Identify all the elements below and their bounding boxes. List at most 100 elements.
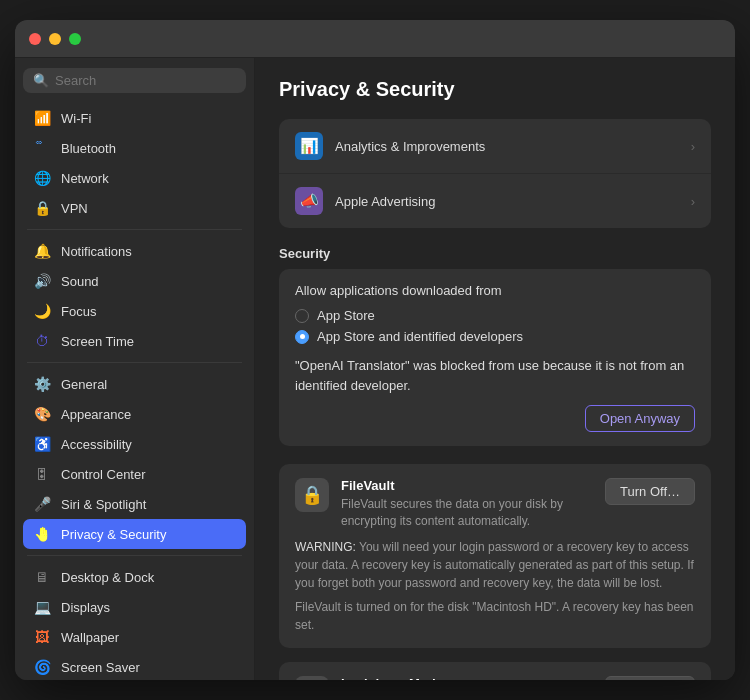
advertising-icon: 📣 <box>295 187 323 215</box>
sidebar-item-screen-time[interactable]: ⏱ Screen Time <box>23 326 246 356</box>
advertising-row[interactable]: 📣 Apple Advertising › <box>279 174 711 228</box>
sidebar-item-label: Bluetooth <box>61 141 116 156</box>
advertising-label: Apple Advertising <box>335 194 679 209</box>
network-icon: 🌐 <box>33 169 51 187</box>
lockdown-button-container: Turn On… <box>605 676 695 680</box>
sidebar-item-notifications[interactable]: 🔔 Notifications <box>23 236 246 266</box>
appearance-icon: 🎨 <box>33 405 51 423</box>
traffic-lights <box>29 33 81 45</box>
control-center-icon: 🎛 <box>33 465 51 483</box>
lockdown-info: Lockdown Mode Lockdown Mode is an extrem… <box>341 676 593 680</box>
filevault-warning: WARNING: You will need your login passwo… <box>295 538 695 592</box>
analytics-label: Analytics & Improvements <box>335 139 679 154</box>
sidebar-item-siri[interactable]: 🎤 Siri & Spotlight <box>23 489 246 519</box>
siri-icon: 🎤 <box>33 495 51 513</box>
minimize-button[interactable] <box>49 33 61 45</box>
displays-icon: 💻 <box>33 598 51 616</box>
filevault-info: FileVault FileVault secures the data on … <box>341 478 593 530</box>
sound-icon: 🔊 <box>33 272 51 290</box>
sidebar-item-general[interactable]: ⚙️ General <box>23 369 246 399</box>
sidebar-item-label: Screen Time <box>61 334 134 349</box>
sidebar-item-label: Siri & Spotlight <box>61 497 146 512</box>
sidebar-item-appearance[interactable]: 🎨 Appearance <box>23 399 246 429</box>
search-icon: 🔍 <box>33 73 49 88</box>
sidebar-divider-2 <box>27 362 242 363</box>
close-button[interactable] <box>29 33 41 45</box>
sidebar-item-vpn[interactable]: 🔒 VPN <box>23 193 246 223</box>
sidebar-item-focus[interactable]: 🌙 Focus <box>23 296 246 326</box>
search-input[interactable] <box>55 73 236 88</box>
wifi-icon: 📶 <box>33 109 51 127</box>
filevault-button-container: Turn Off… <box>605 478 695 505</box>
focus-icon: 🌙 <box>33 302 51 320</box>
settings-window: 🔍 📶 Wi-Fi ᪲ Bluetooth 🌐 Network 🔒 VPN <box>15 20 735 680</box>
sidebar-item-network[interactable]: 🌐 Network <box>23 163 246 193</box>
bluetooth-icon: ᪲ <box>33 139 51 157</box>
security-box: Allow applications downloaded from App S… <box>279 269 711 446</box>
sidebar-item-privacy[interactable]: 🤚 Privacy & Security <box>23 519 246 549</box>
analytics-icon: 📊 <box>295 132 323 160</box>
sidebar-item-label: Notifications <box>61 244 132 259</box>
sidebar-item-desktop[interactable]: 🖥 Desktop & Dock <box>23 562 246 592</box>
sidebar-item-label: Focus <box>61 304 96 319</box>
filevault-header: 🔒 FileVault FileVault secures the data o… <box>295 478 695 530</box>
panel-title: Privacy & Security <box>279 78 711 101</box>
sidebar-item-wifi[interactable]: 📶 Wi-Fi <box>23 103 246 133</box>
sidebar-item-label: Desktop & Dock <box>61 570 154 585</box>
screen-saver-icon: 🌀 <box>33 658 51 676</box>
security-warning-text: "OpenAI Translator" was blocked from use… <box>295 356 695 395</box>
sidebar-item-bluetooth[interactable]: ᪲ Bluetooth <box>23 133 246 163</box>
filevault-desc: FileVault secures the data on your disk … <box>341 496 593 530</box>
radio-app-store[interactable]: App Store <box>295 308 695 323</box>
sidebar-item-label: Displays <box>61 600 110 615</box>
lockdown-button[interactable]: Turn On… <box>605 676 695 680</box>
wallpaper-icon: 🖼 <box>33 628 51 646</box>
sidebar-item-label: General <box>61 377 107 392</box>
lockdown-title: Lockdown Mode <box>341 676 593 680</box>
radio-group: App Store App Store and identified devel… <box>295 308 695 344</box>
sidebar-item-label: Accessibility <box>61 437 132 452</box>
sidebar-item-label: Appearance <box>61 407 131 422</box>
privacy-icon: 🤚 <box>33 525 51 543</box>
sidebar-item-accessibility[interactable]: ♿ Accessibility <box>23 429 246 459</box>
general-icon: ⚙️ <box>33 375 51 393</box>
lockdown-header: 🤚 Lockdown Mode Lockdown Mode is an extr… <box>295 676 695 680</box>
radio-app-store-devs[interactable]: App Store and identified developers <box>295 329 695 344</box>
sidebar-item-label: Control Center <box>61 467 146 482</box>
title-bar <box>15 20 735 58</box>
analytics-chevron-icon: › <box>691 139 695 154</box>
security-section-title: Security <box>279 246 711 261</box>
sidebar-item-displays[interactable]: 💻 Displays <box>23 592 246 622</box>
radio-app-store-label: App Store <box>317 308 375 323</box>
vpn-icon: 🔒 <box>33 199 51 217</box>
open-anyway-button[interactable]: Open Anyway <box>585 405 695 432</box>
sidebar-item-label: Screen Saver <box>61 660 140 675</box>
filevault-button[interactable]: Turn Off… <box>605 478 695 505</box>
sidebar-item-label: Wallpaper <box>61 630 119 645</box>
sidebar-item-control-center[interactable]: 🎛 Control Center <box>23 459 246 489</box>
content-area: 🔍 📶 Wi-Fi ᪲ Bluetooth 🌐 Network 🔒 VPN <box>15 58 735 680</box>
radio-app-store-circle <box>295 309 309 323</box>
filevault-warning-label: WARNING: <box>295 540 356 554</box>
maximize-button[interactable] <box>69 33 81 45</box>
filevault-title: FileVault <box>341 478 593 493</box>
sidebar-item-screen-saver[interactable]: 🌀 Screen Saver <box>23 652 246 680</box>
sidebar-item-label: Network <box>61 171 109 186</box>
search-bar[interactable]: 🔍 <box>23 68 246 93</box>
filevault-row: 🔒 FileVault FileVault secures the data o… <box>279 464 711 648</box>
analytics-row[interactable]: 📊 Analytics & Improvements › <box>279 119 711 174</box>
filevault-disk-info: FileVault is turned on for the disk "Mac… <box>295 598 695 634</box>
main-panel: Privacy & Security 📊 Analytics & Improve… <box>255 58 735 680</box>
advertising-chevron-icon: › <box>691 194 695 209</box>
sidebar-item-sound[interactable]: 🔊 Sound <box>23 266 246 296</box>
privacy-list: 📊 Analytics & Improvements › 📣 Apple Adv… <box>279 119 711 228</box>
allow-apps-label: Allow applications downloaded from <box>295 283 695 298</box>
sidebar-item-label: VPN <box>61 201 88 216</box>
sidebar-item-label: Sound <box>61 274 99 289</box>
radio-app-store-devs-circle <box>295 330 309 344</box>
desktop-icon: 🖥 <box>33 568 51 586</box>
sidebar-divider-3 <box>27 555 242 556</box>
screen-time-icon: ⏱ <box>33 332 51 350</box>
sidebar-item-label: Wi-Fi <box>61 111 91 126</box>
sidebar-item-wallpaper[interactable]: 🖼 Wallpaper <box>23 622 246 652</box>
